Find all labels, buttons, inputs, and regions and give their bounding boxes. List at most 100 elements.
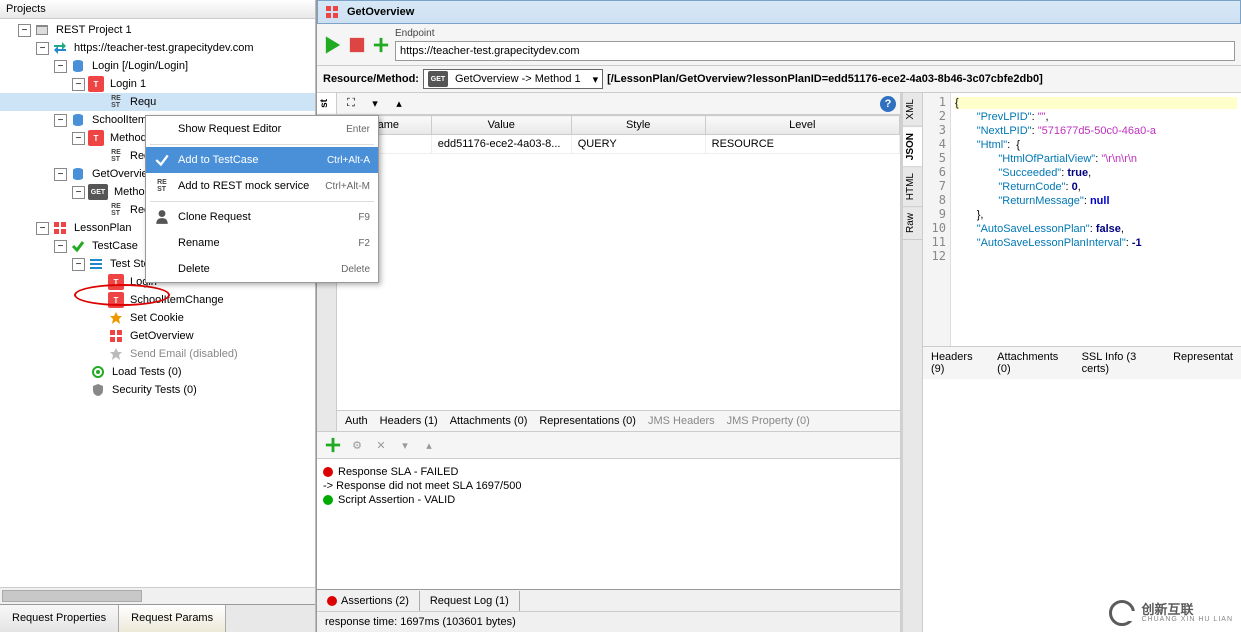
- editor-title: GetOverview: [347, 6, 414, 18]
- tab-request-log[interactable]: Request Log (1): [420, 591, 520, 611]
- tab-headers[interactable]: Headers (1): [380, 415, 438, 427]
- chevron-up-icon[interactable]: ▴: [419, 435, 439, 455]
- editor-title-bar: GetOverview: [317, 0, 1241, 24]
- swap-icon: [52, 40, 68, 56]
- tree-step-school[interactable]: TSchoolItemChange: [0, 291, 315, 309]
- resource-icon: [70, 58, 86, 74]
- tab-resp-headers[interactable]: Headers (9): [931, 351, 985, 375]
- method-icon: T: [108, 292, 124, 308]
- tree-login-resource[interactable]: −Login [/Login/Login]: [0, 57, 315, 75]
- tree-host[interactable]: −https://teacher-test.grapecitydev.com: [0, 39, 315, 57]
- gauge-icon: [90, 364, 106, 380]
- tree-login1[interactable]: −TLogin 1: [0, 75, 315, 93]
- resource-icon: [70, 112, 86, 128]
- rest-icon: REST: [154, 178, 170, 194]
- method-icon: T: [88, 76, 104, 92]
- code-content: { "PrevLPID": "", "NextLPID": "571677d5-…: [951, 93, 1241, 346]
- ctx-add-mock[interactable]: RESTAdd to REST mock serviceCtrl+Alt-M: [146, 173, 378, 199]
- grid-icon: [108, 328, 124, 344]
- fail-dot-icon: [327, 596, 337, 606]
- gear-icon[interactable]: ⚙: [347, 435, 367, 455]
- steps-icon: [88, 256, 104, 272]
- tree-step-email[interactable]: Send Email (disabled): [0, 345, 315, 363]
- fail-dot-icon: [323, 467, 333, 477]
- vtab-xml[interactable]: XML: [903, 93, 922, 127]
- chevron-down-icon[interactable]: ▾: [365, 94, 385, 114]
- vtab-json[interactable]: JSON: [903, 127, 922, 167]
- project-tree[interactable]: −REST Project 1 −https://teacher-test.gr…: [0, 19, 315, 587]
- vtab-html[interactable]: HTML: [903, 167, 922, 207]
- tab-attachments[interactable]: Attachments (0): [450, 415, 528, 427]
- ctx-delete[interactable]: DeleteDelete: [146, 256, 378, 282]
- chevron-down-icon: ▾: [593, 73, 599, 86]
- response-tabs: Headers (9) Attachments (0) SSL Info (3 …: [923, 346, 1241, 379]
- rest-icon: REST: [108, 94, 124, 110]
- status-bar: response time: 1697ms (103601 bytes): [317, 611, 900, 632]
- tree-step-getoverview[interactable]: GetOverview: [0, 327, 315, 345]
- tab-auth[interactable]: Auth: [345, 415, 368, 427]
- resource-icon: [70, 166, 86, 182]
- endpoint-input[interactable]: [395, 41, 1235, 61]
- table-row[interactable]: nIDedd51176-ece2-4a03-8...QUERYRESOURCE: [338, 135, 900, 154]
- chevron-down-icon[interactable]: ▾: [395, 435, 415, 455]
- tab-resp-representations[interactable]: Representat: [1173, 351, 1233, 375]
- projects-header: Projects: [0, 0, 315, 19]
- tab-jms-headers[interactable]: JMS Headers: [648, 415, 715, 427]
- response-body[interactable]: 123456789101112 { "PrevLPID": "", "NextL…: [923, 93, 1241, 346]
- context-menu: Show Request EditorEnter Add to TestCase…: [145, 115, 379, 283]
- tree-step-cookie[interactable]: Set Cookie: [0, 309, 315, 327]
- assertions-list: Response SLA - FAILED -> Response did no…: [317, 459, 900, 589]
- chevron-up-icon[interactable]: ▴: [389, 94, 409, 114]
- watermark: 创新互联CHUANG XIN HU LIAN: [1109, 600, 1233, 626]
- method-icon: T: [108, 274, 124, 290]
- tab-representations[interactable]: Representations (0): [539, 415, 636, 427]
- tree-request-selected[interactable]: RESTRequ: [0, 93, 315, 111]
- check-icon: [70, 238, 86, 254]
- grid-icon: [324, 4, 340, 20]
- project-icon: [34, 22, 50, 38]
- shield-icon: [90, 382, 106, 398]
- help-icon[interactable]: ?: [880, 96, 896, 112]
- request-tabs: Auth Headers (1) Attachments (0) Represe…: [337, 410, 900, 431]
- resource-method-select[interactable]: GET GetOverview -> Method 1 ▾: [423, 69, 603, 89]
- get-badge-icon: GET: [428, 71, 448, 87]
- tab-request-properties[interactable]: Request Properties: [0, 605, 119, 632]
- add-button[interactable]: [371, 35, 391, 55]
- params-toolbar: ⛶ ▾ ▴ ?: [337, 93, 900, 115]
- ok-dot-icon: [323, 495, 333, 505]
- tab-request-params[interactable]: Request Params: [119, 605, 226, 632]
- close-icon[interactable]: ✕: [371, 435, 391, 455]
- tree-loadtests[interactable]: Load Tests (0): [0, 363, 315, 381]
- resource-method-label: Resource/Method:: [323, 73, 419, 85]
- horizontal-scrollbar[interactable]: [0, 587, 315, 604]
- get-badge-icon: GET: [88, 184, 108, 200]
- tab-ssl-info[interactable]: SSL Info (3 certs): [1082, 351, 1161, 375]
- check-icon: [154, 152, 170, 168]
- vtab-raw[interactable]: Raw: [903, 207, 922, 240]
- testsuite-icon: [52, 220, 68, 236]
- rest-icon: REST: [108, 148, 124, 164]
- expand-icon[interactable]: ⛶: [341, 94, 361, 114]
- tree-sectests[interactable]: Security Tests (0): [0, 381, 315, 399]
- ctx-add-testcase[interactable]: Add to TestCaseCtrl+Alt-A: [146, 147, 378, 173]
- ctx-show-editor[interactable]: Show Request EditorEnter: [146, 116, 378, 142]
- person-icon: [154, 209, 170, 225]
- tab-resp-attachments[interactable]: Attachments (0): [997, 351, 1069, 375]
- run-button[interactable]: [323, 35, 343, 55]
- rest-icon: REST: [108, 202, 124, 218]
- add-assertion-button[interactable]: [323, 435, 343, 455]
- endpoint-label: Endpoint: [395, 28, 1235, 39]
- line-gutter: 123456789101112: [923, 93, 951, 346]
- tree-project[interactable]: −REST Project 1: [0, 21, 315, 39]
- stop-button[interactable]: [347, 35, 367, 55]
- ctx-rename[interactable]: RenameF2: [146, 230, 378, 256]
- params-table[interactable]: NameValueStyleLevel nIDedd51176-ece2-4a0…: [337, 115, 900, 410]
- resource-path: [/LessonPlan/GetOverview?lessonPlanID=ed…: [607, 73, 1043, 85]
- ctx-clone[interactable]: Clone RequestF9: [146, 204, 378, 230]
- vtab-request[interactable]: st: [317, 93, 336, 115]
- tab-jms-property[interactable]: JMS Property (0): [727, 415, 810, 427]
- method-icon: T: [88, 130, 104, 146]
- tab-assertions[interactable]: Assertions (2): [317, 591, 420, 611]
- star-icon: [108, 346, 124, 362]
- star-icon: [108, 310, 124, 326]
